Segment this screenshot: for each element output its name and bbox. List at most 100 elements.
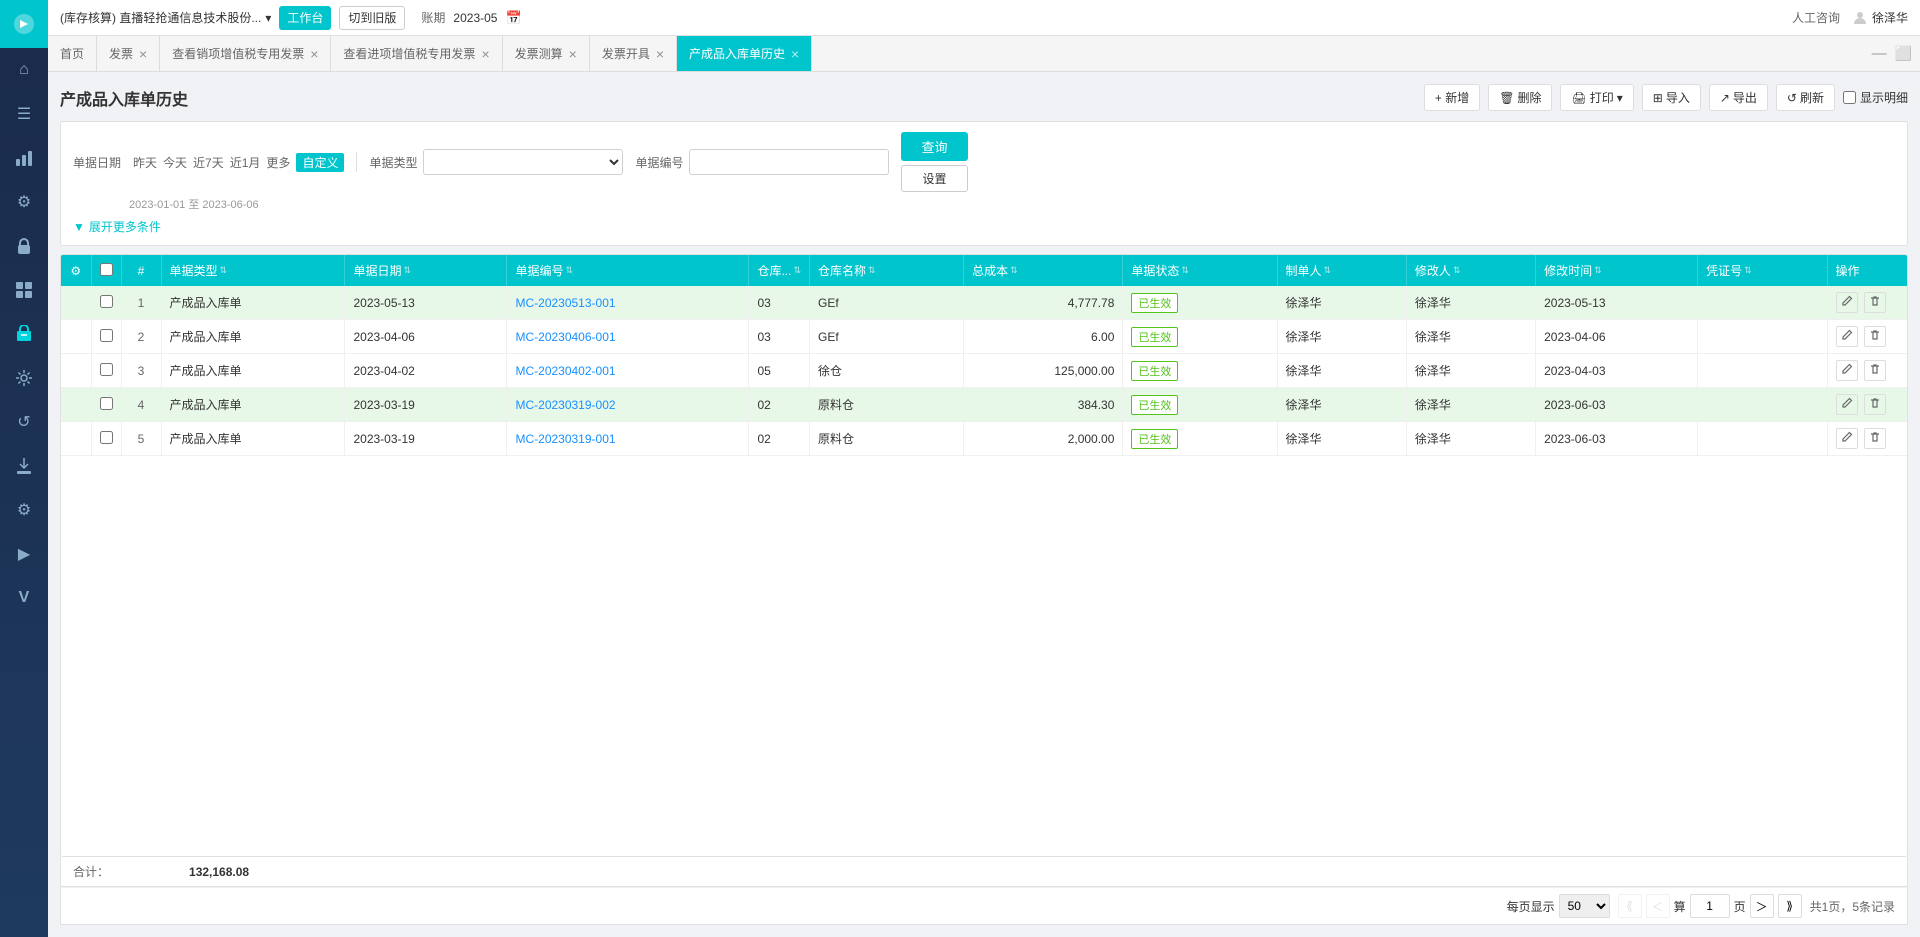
support-link[interactable]: 人工咨询 — [1792, 9, 1840, 26]
shortcut-7days[interactable]: 近7天 — [193, 154, 224, 171]
row-number[interactable]: MC-20230319-001 — [507, 422, 749, 456]
row-checkbox-4[interactable] — [100, 431, 113, 444]
delete-button[interactable]: 🗑 删除 — [1488, 84, 1552, 111]
tab-product-history[interactable]: 产成品入库单历史 × — [677, 36, 812, 71]
refresh-button[interactable]: ↺ 刷新 — [1776, 84, 1835, 111]
row-number-link[interactable]: MC-20230319-001 — [515, 432, 615, 446]
row-number-link[interactable]: MC-20230402-001 — [515, 364, 615, 378]
sidebar-item-refresh[interactable]: ↺ — [4, 402, 44, 442]
sidebar-item-lock[interactable] — [4, 226, 44, 266]
sidebar-item-home[interactable]: ⌂ — [4, 50, 44, 90]
page-number-input[interactable] — [1690, 894, 1730, 918]
row-number-link[interactable]: MC-20230406-001 — [515, 330, 615, 344]
status-badge: 已生效 — [1131, 361, 1178, 381]
sidebar-item-config[interactable]: ⚙ — [4, 490, 44, 530]
row-number-link[interactable]: MC-20230513-001 — [515, 296, 615, 310]
status-badge: 已生效 — [1131, 293, 1178, 313]
row-edit-button-0[interactable] — [1836, 292, 1858, 313]
tab-invoice[interactable]: 发票 × — [97, 36, 160, 71]
type-filter-select[interactable] — [423, 149, 623, 175]
row-checkbox-0[interactable] — [100, 295, 113, 308]
row-edit-button-3[interactable] — [1836, 394, 1858, 415]
sidebar-item-tool[interactable] — [4, 358, 44, 398]
expand-conditions-button[interactable]: ▼ 展开更多条件 — [73, 218, 1895, 235]
col-number-header[interactable]: 单据编号⇅ — [507, 255, 749, 286]
next-page-button[interactable]: ＞ — [1750, 894, 1774, 918]
shortcut-today[interactable]: 今天 — [163, 154, 187, 171]
row-number[interactable]: MC-20230513-001 — [507, 286, 749, 320]
sidebar-item-box[interactable] — [4, 314, 44, 354]
tab-minimize-icon[interactable]: — — [1872, 45, 1887, 62]
row-delete-button-2[interactable] — [1864, 360, 1886, 381]
col-modtime-header[interactable]: 修改时间⇅ — [1536, 255, 1698, 286]
period-value[interactable]: 2023-05 — [453, 11, 497, 25]
import-button[interactable]: ⊞ 导入 — [1642, 84, 1701, 111]
set-button[interactable]: 设置 — [901, 165, 967, 192]
query-button[interactable]: 查询 — [901, 132, 967, 161]
tab-maximize-icon[interactable]: ⬜ — [1895, 45, 1912, 62]
tab-open[interactable]: 发票开具 × — [590, 36, 677, 71]
col-wcode-header[interactable]: 仓库...⇅ — [749, 255, 810, 286]
tab-home[interactable]: 首页 — [48, 36, 97, 71]
row-delete-button-0[interactable] — [1864, 292, 1886, 313]
col-type-header[interactable]: 单据类型⇅ — [161, 255, 345, 286]
row-edit-button-4[interactable] — [1836, 428, 1858, 449]
shortcut-custom[interactable]: 自定义 — [296, 153, 344, 172]
sidebar-item-chart[interactable] — [4, 138, 44, 178]
tab-purchase-vat-close[interactable]: × — [481, 47, 489, 61]
row-edit-button-2[interactable] — [1836, 360, 1858, 381]
show-detail-checkbox[interactable] — [1843, 91, 1856, 104]
calendar-icon[interactable]: 📅 — [505, 10, 521, 26]
company-selector[interactable]: (库存核算) 直播轻抢通信息技术股份... ▾ — [60, 9, 271, 26]
print-button[interactable]: 🖨 打印 ▾ — [1560, 84, 1633, 111]
first-page-button[interactable]: ⟪ — [1618, 894, 1642, 918]
show-detail-label[interactable]: 显示明细 — [1843, 89, 1908, 106]
row-delete-button-3[interactable] — [1864, 394, 1886, 415]
workbench-button[interactable]: 工作台 — [279, 6, 331, 30]
last-page-button[interactable]: ⟫ — [1778, 894, 1802, 918]
select-all-checkbox[interactable] — [100, 263, 113, 276]
col-settings[interactable]: ⚙ — [61, 255, 91, 286]
tab-invoice-close[interactable]: × — [139, 47, 147, 61]
sidebar-item-play[interactable]: ▶ — [4, 534, 44, 574]
sidebar-item-settings[interactable]: ⚙ — [4, 182, 44, 222]
tab-calc-close[interactable]: × — [569, 47, 577, 61]
shortcut-1month[interactable]: 近1月 — [230, 154, 261, 171]
col-date-header[interactable]: 单据日期⇅ — [345, 255, 507, 286]
row-number-link[interactable]: MC-20230319-002 — [515, 398, 615, 412]
shortcut-yesterday[interactable]: 昨天 — [133, 154, 157, 171]
tab-sales-vat-close[interactable]: × — [310, 47, 318, 61]
new-button[interactable]: + 新增 — [1424, 84, 1480, 111]
col-status-header[interactable]: 单据状态⇅ — [1123, 255, 1277, 286]
col-creator-header[interactable]: 制单人⇅ — [1277, 255, 1406, 286]
row-checkbox-2[interactable] — [100, 363, 113, 376]
col-voucher-header[interactable]: 凭证号⇅ — [1698, 255, 1827, 286]
row-number[interactable]: MC-20230319-002 — [507, 388, 749, 422]
tab-product-history-close[interactable]: × — [791, 47, 799, 61]
row-checkbox-1[interactable] — [100, 329, 113, 342]
tab-open-close[interactable]: × — [656, 47, 664, 61]
prev-page-button[interactable]: ＜ — [1646, 894, 1670, 918]
row-edit-button-1[interactable] — [1836, 326, 1858, 347]
row-delete-button-4[interactable] — [1864, 428, 1886, 449]
shortcut-more[interactable]: 更多 — [266, 154, 290, 171]
row-delete-button-1[interactable] — [1864, 326, 1886, 347]
user-info[interactable]: 徐泽华 — [1852, 9, 1908, 26]
tab-calc[interactable]: 发票测算 × — [503, 36, 590, 71]
switch-version-button[interactable]: 切到旧版 — [339, 6, 405, 30]
row-number[interactable]: MC-20230402-001 — [507, 354, 749, 388]
export-button[interactable]: ↗ 导出 — [1709, 84, 1768, 111]
col-cost-header[interactable]: 总成本⇅ — [964, 255, 1123, 286]
row-checkbox-3[interactable] — [100, 397, 113, 410]
row-number[interactable]: MC-20230406-001 — [507, 320, 749, 354]
per-page-select[interactable]: 50 10 20 100 — [1559, 894, 1610, 918]
tab-sales-vat[interactable]: 查看销项增值税专用发票 × — [160, 36, 331, 71]
number-filter-input[interactable] — [689, 149, 889, 175]
sidebar-item-grid[interactable] — [4, 270, 44, 310]
tab-purchase-vat[interactable]: 查看进项增值税专用发票 × — [331, 36, 502, 71]
col-wname-header[interactable]: 仓库名称⇅ — [810, 255, 964, 286]
sidebar-item-v[interactable]: V — [4, 578, 44, 618]
sidebar-item-doc[interactable]: ☰ — [4, 94, 44, 134]
col-modifier-header[interactable]: 修改人⇅ — [1406, 255, 1535, 286]
sidebar-item-download[interactable] — [4, 446, 44, 486]
